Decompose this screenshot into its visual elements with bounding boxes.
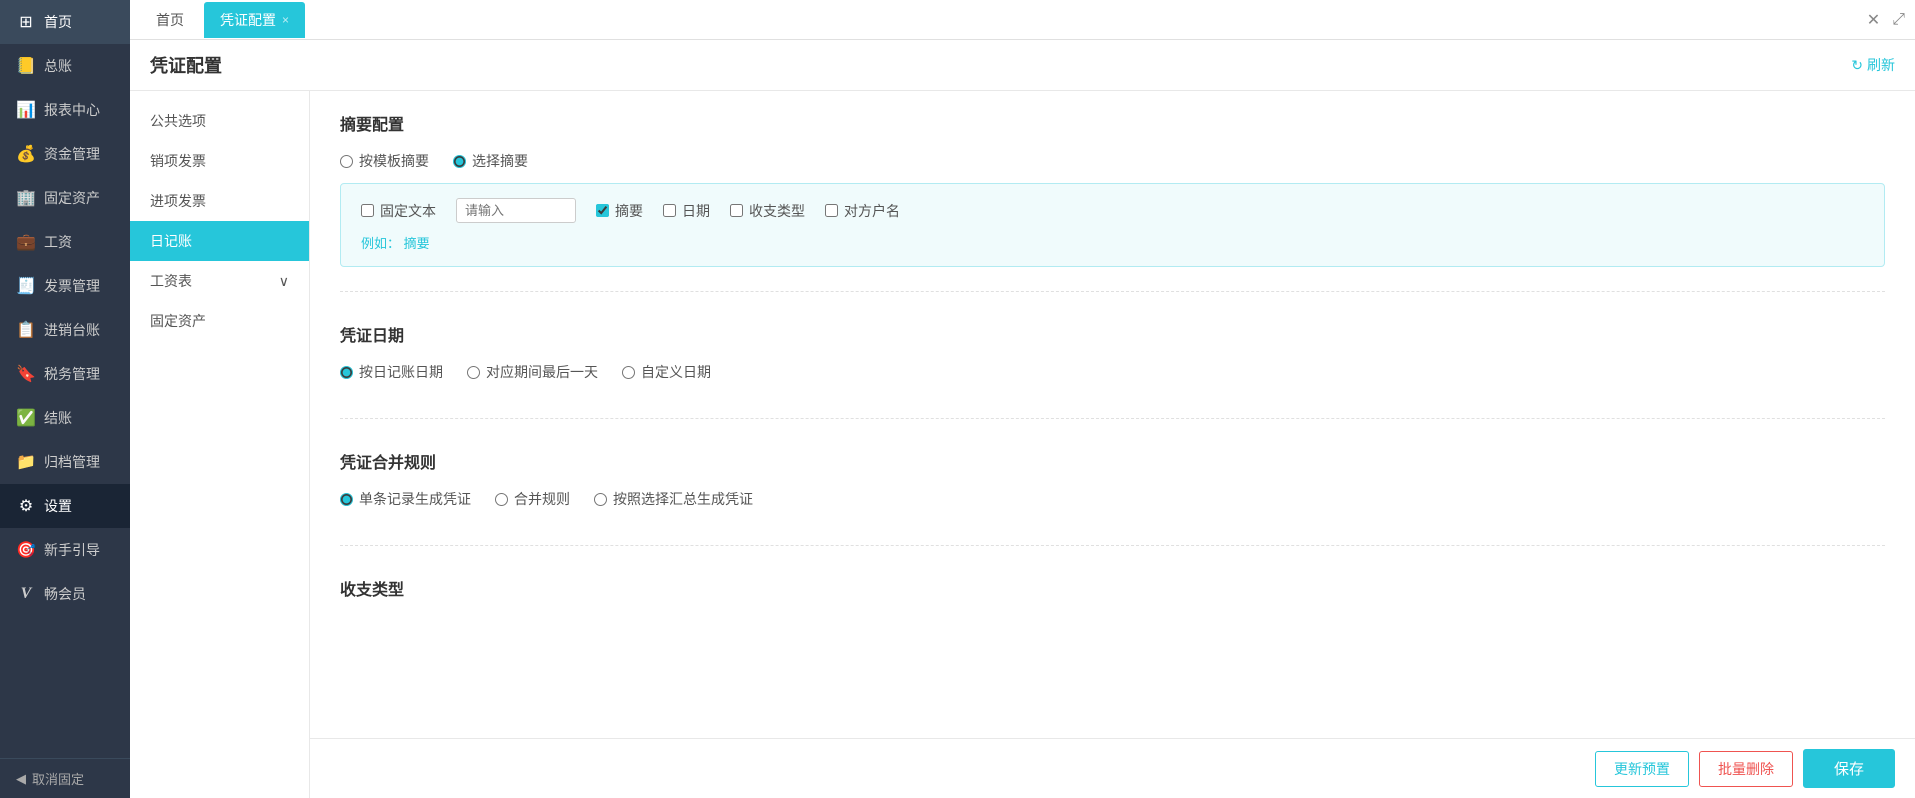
archive-icon: 📁 <box>16 452 36 472</box>
sidebar: ⊞ 首页 📒 总账 📊 报表中心 💰 资金管理 🏢 固定资产 💼 工资 🧾 发票… <box>0 0 130 798</box>
merge-rules-title: 凭证合并规则 <box>340 449 1885 473</box>
radio-by-selection-label[interactable]: 按照选择汇总生成凭证 <box>594 489 753 509</box>
checkbox-row: 固定文本 摘要 日期 <box>361 198 1864 223</box>
footer-bar: 更新预置 批量删除 保存 <box>310 738 1915 798</box>
radio-due-last[interactable] <box>467 366 480 379</box>
voucher-date-title: 凭证日期 <box>340 322 1885 346</box>
content-wrapper: 公共选项 销项发票 进项发票 日记账 工资表 ∨ 固定资产 <box>130 91 1915 798</box>
nav-item-purchase-invoice[interactable]: 进项发票 <box>130 181 309 221</box>
radio-custom-date-label[interactable]: 自定义日期 <box>622 362 711 382</box>
sidebar-item-assets[interactable]: 🏢 固定资产 <box>0 176 130 220</box>
refresh-button[interactable]: ↻ 刷新 <box>1851 55 1895 75</box>
checkbox-date-label[interactable]: 日期 <box>663 201 710 221</box>
radio-journal-date-label[interactable]: 按日记账日期 <box>340 362 443 382</box>
home-icon: ⊞ <box>16 12 36 32</box>
radio-due-last-label[interactable]: 对应期间最后一天 <box>467 362 598 382</box>
summary-config-section: 摘要配置 按模板摘要 选择摘要 <box>340 111 1885 292</box>
refresh-icon: ↻ <box>1851 57 1863 74</box>
sidebar-item-archive[interactable]: 📁 归档管理 <box>0 440 130 484</box>
radio-single-label[interactable]: 单条记录生成凭证 <box>340 489 471 509</box>
chevron-down-icon: ∨ <box>279 273 289 290</box>
tab-close-icon[interactable]: × <box>282 13 289 27</box>
fixed-text-input[interactable] <box>456 198 576 223</box>
income-expense-section: 收支类型 <box>340 576 1885 640</box>
income-expense-title: 收支类型 <box>340 576 1885 600</box>
checkbox-payment-type-label[interactable]: 收支类型 <box>730 201 805 221</box>
checkbox-fixed-text-label[interactable]: 固定文本 <box>361 201 436 221</box>
tax-icon: 🔖 <box>16 364 36 384</box>
radio-custom-date[interactable] <box>622 366 635 379</box>
radio-journal-date[interactable] <box>340 366 353 379</box>
sidebar-item-ledger[interactable]: 📒 总账 <box>0 44 130 88</box>
checkbox-payment-type[interactable] <box>730 204 743 217</box>
checkbox-fixed-text[interactable] <box>361 204 374 217</box>
sidebar-item-reports[interactable]: 📊 报表中心 <box>0 88 130 132</box>
merge-rules-radio-group: 单条记录生成凭证 合并规则 按照选择汇总生成凭证 <box>340 489 1885 509</box>
vip-icon: V <box>16 585 36 603</box>
batch-delete-button[interactable]: 批量删除 <box>1699 751 1793 787</box>
sidebar-item-salary[interactable]: 💼 工资 <box>0 220 130 264</box>
radio-template[interactable] <box>340 155 353 168</box>
purchase-icon: 📋 <box>16 320 36 340</box>
radio-template-label[interactable]: 按模板摘要 <box>340 151 429 171</box>
sidebar-item-guide[interactable]: 🎯 新手引导 <box>0 528 130 572</box>
radio-by-selection[interactable] <box>594 493 607 506</box>
guide-icon: 🎯 <box>16 540 36 560</box>
assets-icon: 🏢 <box>16 188 36 208</box>
update-preview-button[interactable]: 更新预置 <box>1595 751 1689 787</box>
tab-voucher-config[interactable]: 凭证配置 × <box>204 2 305 38</box>
tab-bar: 首页 凭证配置 × ✕ ⤢ <box>130 0 1915 40</box>
salary-icon: 💼 <box>16 232 36 252</box>
voucher-date-radio-group: 按日记账日期 对应期间最后一天 自定义日期 <box>340 362 1885 382</box>
checkbox-counterpart-label[interactable]: 对方户名 <box>825 201 900 221</box>
maximize-icon[interactable]: ⤢ <box>1892 11 1905 29</box>
page-title: 凭证配置 <box>150 52 222 78</box>
sidebar-item-settings[interactable]: ⚙ 设置 <box>0 484 130 528</box>
checkbox-summary[interactable] <box>596 204 609 217</box>
radio-single[interactable] <box>340 493 353 506</box>
sidebar-item-tax[interactable]: 🔖 税务管理 <box>0 352 130 396</box>
ledger-icon: 📒 <box>16 56 36 76</box>
sidebar-item-funds[interactable]: 💰 资金管理 <box>0 132 130 176</box>
radio-select-label[interactable]: 选择摘要 <box>453 151 528 171</box>
example-row: 例如： 摘要 <box>361 233 1864 252</box>
radio-merge-label[interactable]: 合并规则 <box>495 489 570 509</box>
cancel-pin-button[interactable]: ◀ 取消固定 <box>0 758 130 798</box>
pin-icon: ◀ <box>16 771 26 787</box>
sidebar-item-checkout[interactable]: ✅ 结账 <box>0 396 130 440</box>
summary-config-box: 固定文本 摘要 日期 <box>340 183 1885 267</box>
left-nav: 公共选项 销项发票 进项发票 日记账 工资表 ∨ 固定资产 <box>130 91 310 798</box>
save-button[interactable]: 保存 <box>1803 749 1895 788</box>
voucher-date-section: 凭证日期 按日记账日期 对应期间最后一天 自定义日期 <box>340 322 1885 419</box>
nav-item-sales[interactable]: 销项发票 <box>130 141 309 181</box>
sidebar-item-purchase[interactable]: 📋 进销台账 <box>0 308 130 352</box>
checkbox-summary-label[interactable]: 摘要 <box>596 201 643 221</box>
sidebar-item-home[interactable]: ⊞ 首页 <box>0 0 130 44</box>
merge-rules-section: 凭证合并规则 单条记录生成凭证 合并规则 按照选择汇总生成凭证 <box>340 449 1885 546</box>
tab-bar-actions: ✕ ⤢ <box>1867 10 1905 30</box>
tab-home[interactable]: 首页 <box>140 2 200 38</box>
nav-item-public[interactable]: 公共选项 <box>130 101 309 141</box>
summary-radio-group: 按模板摘要 选择摘要 <box>340 151 1885 171</box>
invoice-icon: 🧾 <box>16 276 36 296</box>
nav-item-payroll[interactable]: 工资表 ∨ <box>130 261 309 301</box>
nav-item-journal[interactable]: 日记账 <box>130 221 309 261</box>
sidebar-item-invoice[interactable]: 🧾 发票管理 <box>0 264 130 308</box>
checkbox-counterpart[interactable] <box>825 204 838 217</box>
main-area: 首页 凭证配置 × ✕ ⤢ 凭证配置 ↻ 刷新 公共选项 销项发票 进项 <box>130 0 1915 798</box>
radio-merge[interactable] <box>495 493 508 506</box>
summary-config-title: 摘要配置 <box>340 111 1885 135</box>
radio-select[interactable] <box>453 155 466 168</box>
sidebar-item-vip[interactable]: V 畅会员 <box>0 572 130 616</box>
settings-icon: ⚙ <box>16 496 36 516</box>
close-window-icon[interactable]: ✕ <box>1867 10 1880 30</box>
reports-icon: 📊 <box>16 100 36 120</box>
page-header: 凭证配置 ↻ 刷新 <box>130 40 1915 91</box>
funds-icon: 💰 <box>16 144 36 164</box>
nav-item-fixed-assets[interactable]: 固定资产 <box>130 301 309 341</box>
checkbox-date[interactable] <box>663 204 676 217</box>
right-content: 摘要配置 按模板摘要 选择摘要 <box>310 91 1915 738</box>
checkout-icon: ✅ <box>16 408 36 428</box>
